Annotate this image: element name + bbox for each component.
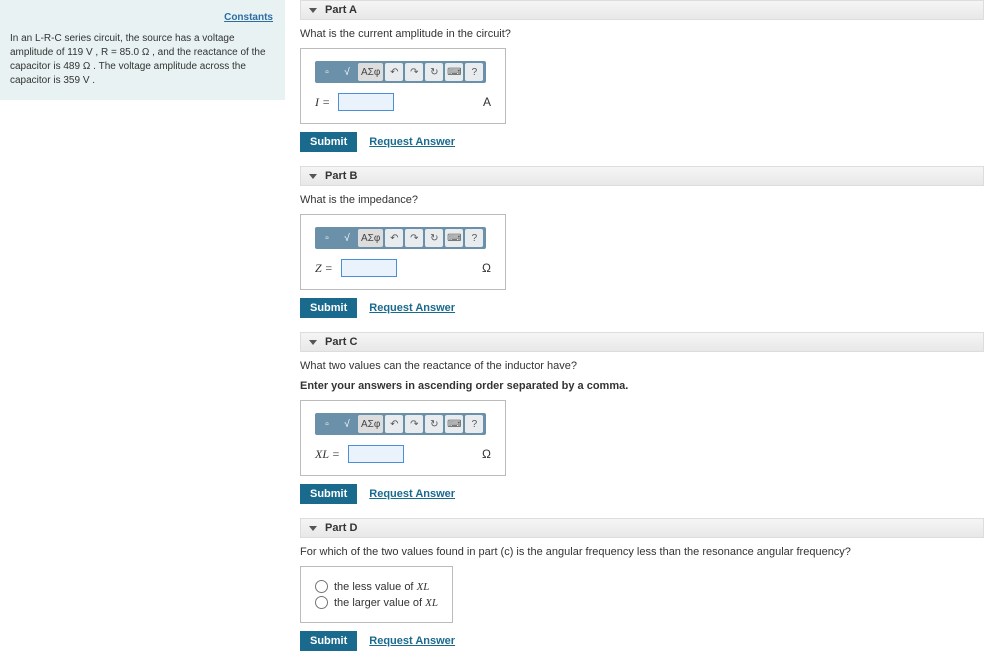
submit-button[interactable]: Submit (300, 631, 357, 651)
part-b-title: Part B (325, 170, 357, 182)
template-icon[interactable]: ▫ (318, 63, 336, 81)
redo-icon[interactable]: ↷ (405, 229, 423, 247)
input-toolbar: ▫ √ ΑΣφ ↶ ↷ ↻ ⌨ ? (315, 61, 486, 83)
greek-symbols-icon[interactable]: ΑΣφ (358, 63, 383, 81)
undo-icon[interactable]: ↶ (385, 229, 403, 247)
request-answer-link[interactable]: Request Answer (369, 136, 455, 148)
answer-input-c[interactable] (348, 445, 404, 463)
part-c: Part C What two values can the reactance… (300, 332, 984, 518)
keyboard-icon[interactable]: ⌨ (445, 415, 463, 433)
request-answer-link[interactable]: Request Answer (369, 488, 455, 500)
radio-option-less[interactable]: the less value of XL (315, 580, 438, 593)
submit-button[interactable]: Submit (300, 298, 357, 318)
template-icon[interactable]: ▫ (318, 415, 336, 433)
sqrt-icon[interactable]: √ (338, 63, 356, 81)
radio-input-larger[interactable] (315, 596, 328, 609)
radio-input-less[interactable] (315, 580, 328, 593)
part-b-question: What is the impedance? (300, 194, 984, 206)
input-toolbar: ▫ √ ΑΣφ ↶ ↷ ↻ ⌨ ? (315, 413, 486, 435)
submit-button[interactable]: Submit (300, 132, 357, 152)
collapse-caret-icon (309, 8, 317, 13)
part-c-header[interactable]: Part C (300, 332, 984, 352)
answer-box-c: ▫ √ ΑΣφ ↶ ↷ ↻ ⌨ ? XL = Ω (300, 400, 506, 476)
undo-icon[interactable]: ↶ (385, 415, 403, 433)
unit-c: Ω (422, 447, 491, 461)
var-label-a: I = (315, 95, 330, 110)
problem-text: In an L-R-C series circuit, the source h… (10, 32, 275, 88)
constants-link[interactable]: Constants (224, 12, 273, 23)
part-a-question: What is the current amplitude in the cir… (300, 28, 984, 40)
redo-icon[interactable]: ↷ (405, 63, 423, 81)
reset-icon[interactable]: ↻ (425, 415, 443, 433)
unit-a: A (423, 95, 491, 109)
part-b: Part B What is the impedance? ▫ √ ΑΣφ ↶ … (300, 166, 984, 332)
part-c-question: What two values can the reactance of the… (300, 360, 984, 372)
radio-option-larger[interactable]: the larger value of XL (315, 596, 438, 609)
part-c-title: Part C (325, 336, 357, 348)
part-c-instruction: Enter your answers in ascending order se… (300, 380, 984, 392)
collapse-caret-icon (309, 340, 317, 345)
help-icon[interactable]: ? (465, 63, 483, 81)
collapse-caret-icon (309, 174, 317, 179)
radio-group-d: the less value of XL the larger value of… (300, 566, 453, 623)
greek-symbols-icon[interactable]: ΑΣφ (358, 415, 383, 433)
template-icon[interactable]: ▫ (318, 229, 336, 247)
part-d-title: Part D (325, 522, 357, 534)
answer-box-b: ▫ √ ΑΣφ ↶ ↷ ↻ ⌨ ? Z = Ω (300, 214, 506, 290)
request-answer-link[interactable]: Request Answer (369, 302, 455, 314)
answer-input-a[interactable] (338, 93, 394, 111)
help-icon[interactable]: ? (465, 415, 483, 433)
help-icon[interactable]: ? (465, 229, 483, 247)
collapse-caret-icon (309, 526, 317, 531)
part-a: Part A What is the current amplitude in … (300, 0, 984, 166)
part-d: Part D For which of the two values found… (300, 518, 984, 665)
submit-button[interactable]: Submit (300, 484, 357, 504)
redo-icon[interactable]: ↷ (405, 415, 423, 433)
problem-description-panel: Constants In an L-R-C series circuit, th… (0, 0, 285, 100)
part-a-title: Part A (325, 4, 357, 16)
unit-b: Ω (422, 261, 491, 275)
part-d-header[interactable]: Part D (300, 518, 984, 538)
var-label-c: XL = (315, 447, 340, 462)
reset-icon[interactable]: ↻ (425, 229, 443, 247)
answer-input-b[interactable] (341, 259, 397, 277)
undo-icon[interactable]: ↶ (385, 63, 403, 81)
greek-symbols-icon[interactable]: ΑΣφ (358, 229, 383, 247)
part-b-header[interactable]: Part B (300, 166, 984, 186)
reset-icon[interactable]: ↻ (425, 63, 443, 81)
answer-box-a: ▫ √ ΑΣφ ↶ ↷ ↻ ⌨ ? I = A (300, 48, 506, 124)
request-answer-link[interactable]: Request Answer (369, 635, 455, 647)
part-d-question: For which of the two values found in par… (300, 546, 984, 558)
part-a-header[interactable]: Part A (300, 0, 984, 20)
parts-panel: Part A What is the current amplitude in … (300, 0, 989, 665)
radio-label-larger: the larger value of XL (334, 597, 438, 609)
input-toolbar: ▫ √ ΑΣφ ↶ ↷ ↻ ⌨ ? (315, 227, 486, 249)
keyboard-icon[interactable]: ⌨ (445, 63, 463, 81)
radio-label-less: the less value of XL (334, 581, 429, 593)
sqrt-icon[interactable]: √ (338, 415, 356, 433)
keyboard-icon[interactable]: ⌨ (445, 229, 463, 247)
sqrt-icon[interactable]: √ (338, 229, 356, 247)
var-label-b: Z = (315, 261, 333, 276)
